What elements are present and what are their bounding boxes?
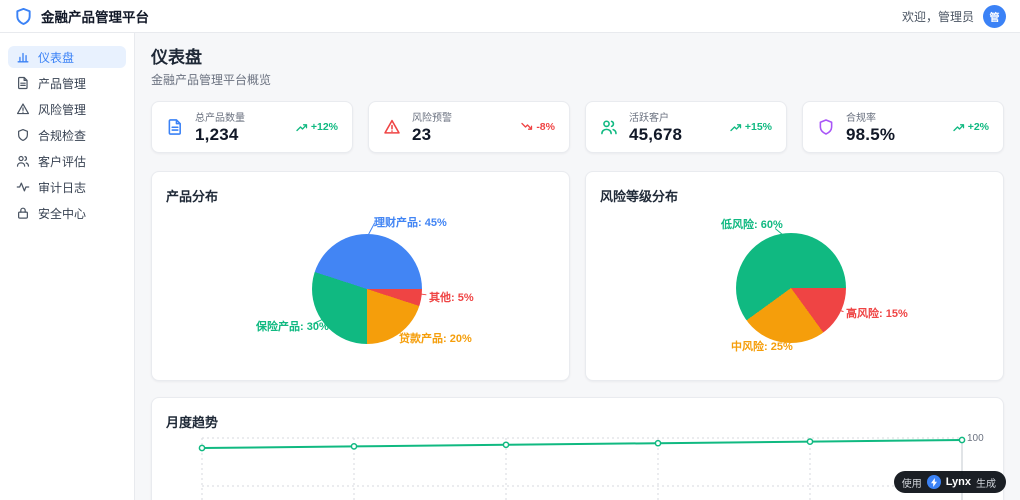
alert-triangle-icon	[383, 118, 401, 136]
sidebar-item-label: 合规检查	[38, 128, 87, 143]
stat-trend: +15%	[730, 121, 772, 133]
stat-value: 23	[412, 125, 432, 144]
sidebar-item-customers[interactable]: 客户评估	[8, 150, 126, 172]
pie-label: 高风险: 15%	[846, 308, 908, 320]
page-subtitle: 金融产品管理平台概览	[151, 73, 272, 87]
users-icon	[16, 155, 30, 167]
pie-label: 中风险: 25%	[731, 341, 793, 353]
trending-up-icon	[953, 124, 964, 132]
monthly-trend-line-chart	[198, 436, 966, 500]
panel-title: 产品分布	[166, 189, 219, 204]
stat-card-total-products: 总产品数量 1,234 +12%	[151, 101, 353, 153]
charts-row: 产品分布 理财产品: 45% 其他: 5% 贷款产品: 20% 保险产品: 30…	[151, 171, 1004, 381]
shield-icon	[18, 128, 28, 142]
main-content: 仪表盘 金融产品管理平台概览 总产品数量 1,234 +12% 风险预警 23 …	[135, 33, 1020, 500]
panel-title: 风险等级分布	[600, 189, 679, 204]
sidebar-item-products[interactable]: 产品管理	[8, 72, 126, 94]
sidebar-item-dashboard[interactable]: 仪表盘	[8, 46, 126, 68]
stat-trend: -8%	[521, 121, 555, 133]
shield-icon	[817, 118, 835, 136]
badge-brand: Lynx	[945, 476, 971, 488]
page-title: 仪表盘	[151, 48, 202, 67]
sidebar-item-label: 产品管理	[38, 76, 87, 91]
pie-label: 其他: 5%	[429, 292, 474, 304]
product-distribution-card: 产品分布 理财产品: 45% 其他: 5% 贷款产品: 20% 保险产品: 30…	[151, 171, 570, 381]
pie-label: 低风险: 60%	[721, 219, 783, 231]
stat-value: 1,234	[195, 125, 239, 144]
sidebar-item-label: 仪表盘	[38, 50, 75, 65]
lynx-logo-icon	[926, 475, 941, 489]
bar-chart-icon	[17, 52, 29, 63]
monthly-trend-card: 月度趋势 100	[151, 397, 1004, 500]
trending-up-icon	[730, 124, 741, 132]
sidebar-item-security[interactable]: 安全中心	[8, 202, 126, 224]
sidebar-item-label: 审计日志	[38, 180, 87, 195]
stat-value: 45,678	[629, 125, 683, 144]
badge-suffix: 生成	[976, 478, 996, 490]
stat-label: 总产品数量	[195, 113, 245, 124]
badge-prefix: 使用	[901, 478, 922, 490]
y-axis-tick-label: 100	[967, 433, 984, 444]
sidebar: 仪表盘 产品管理 风险管理 合规检查 客户评估 审计日志 安全中心	[0, 33, 135, 500]
sidebar-item-label: 客户评估	[38, 154, 87, 169]
sidebar-item-label: 安全中心	[38, 206, 87, 221]
shield-logo-icon	[16, 7, 31, 25]
alert-triangle-icon	[16, 103, 30, 115]
stats-row: 总产品数量 1,234 +12% 风险预警 23 -8% 活跃客户 45,678…	[151, 101, 1004, 153]
users-icon	[600, 118, 618, 136]
pie-label: 保险产品: 30%	[256, 321, 329, 333]
activity-icon	[16, 182, 30, 192]
trending-down-icon	[521, 122, 533, 130]
lock-icon	[18, 207, 28, 219]
risk-level-pie	[736, 233, 846, 343]
stat-trend: +12%	[296, 121, 338, 133]
app-header: 金融产品管理平台 欢迎，管理员 管	[0, 0, 1020, 33]
welcome-text: 欢迎，管理员	[901, 9, 974, 24]
app-title: 金融产品管理平台	[41, 10, 149, 25]
pie-label: 贷款产品: 20%	[399, 333, 472, 345]
risk-level-distribution-card: 风险等级分布 低风险: 60% 高风险: 15% 中风险: 25%	[585, 171, 1004, 381]
stat-label: 风险预警	[412, 113, 452, 124]
app-brand: 金融产品管理平台	[14, 6, 149, 26]
stat-card-compliance-rate: 合规率 98.5% +2%	[802, 101, 1004, 153]
sidebar-item-label: 风险管理	[38, 102, 87, 117]
stat-label: 活跃客户	[629, 113, 669, 124]
stat-trend: +2%	[953, 121, 989, 133]
file-icon	[18, 76, 28, 90]
trending-up-icon	[296, 124, 307, 132]
sidebar-item-compliance[interactable]: 合规检查	[8, 124, 126, 146]
stat-value: 98.5%	[846, 125, 896, 144]
pie-label: 理财产品: 45%	[374, 217, 447, 229]
sidebar-item-risk[interactable]: 风险管理	[8, 98, 126, 120]
stat-card-active-customers: 活跃客户 45,678 +15%	[585, 101, 787, 153]
stat-card-risk-alerts: 风险预警 23 -8%	[368, 101, 570, 153]
sidebar-item-audit[interactable]: 审计日志	[8, 176, 126, 198]
lynx-attribution-badge[interactable]: 使用 Lynx 生成	[893, 471, 1006, 493]
stat-label: 合规率	[846, 113, 876, 124]
file-text-icon	[166, 118, 184, 136]
user-avatar[interactable]: 管	[983, 4, 1006, 28]
